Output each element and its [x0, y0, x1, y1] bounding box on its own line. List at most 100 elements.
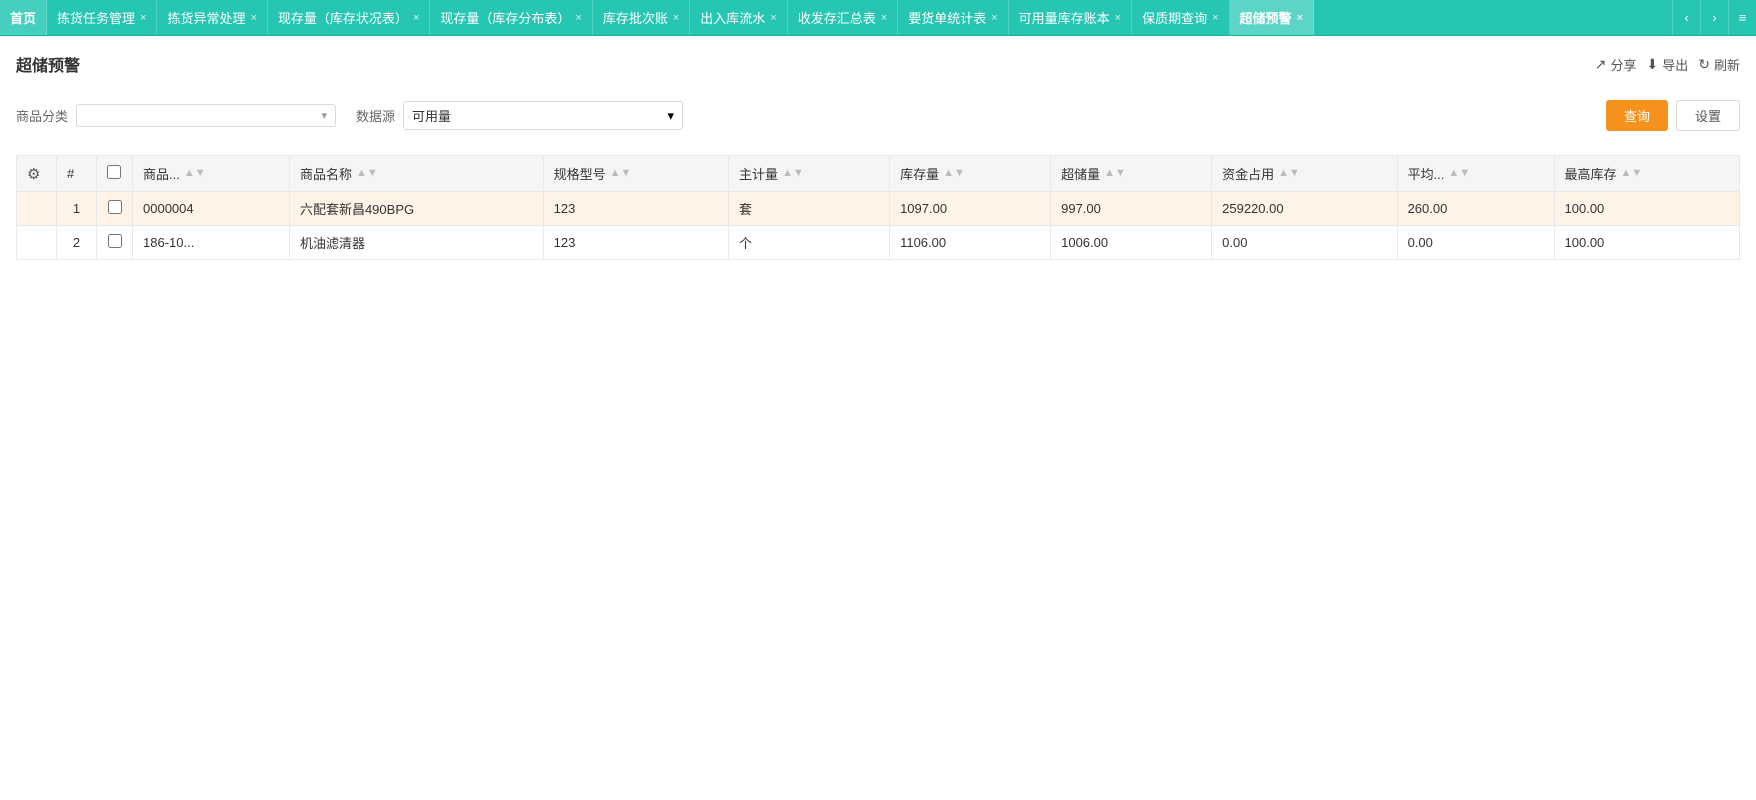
refresh-icon: ↻	[1698, 56, 1710, 73]
datasource-select[interactable]: 可用量 ▾	[403, 101, 683, 130]
datasource-filter-group: 数据源 可用量 ▾	[356, 101, 683, 130]
gear-icon[interactable]: ⚙	[27, 166, 40, 183]
row-capital: 259220.00	[1212, 192, 1397, 226]
table-row: 2 186-10... 机油滤清器 123 个 1106.00 1006.00 …	[17, 226, 1740, 260]
nav-item-xiancunliang1[interactable]: 现存量（库存状况表） ×	[268, 0, 430, 35]
row-product-name: 六配套新昌490BPG	[289, 192, 543, 226]
nav-prev-button[interactable]: ‹	[1672, 0, 1700, 35]
nav-item-churukuliushui[interactable]: 出入库流水 ×	[690, 0, 787, 35]
row-checkbox[interactable]	[108, 234, 122, 248]
nav-next-button[interactable]: ›	[1700, 0, 1728, 35]
nav-item-keyongliang[interactable]: 可用量库存账本 ×	[1009, 0, 1132, 35]
top-navigation: 首页 拣货任务管理 × 拣货异常处理 × 现存量（库存状况表） × 现存量（库存…	[0, 0, 1756, 36]
th-product-name[interactable]: 商品名称 ▲▼	[289, 156, 543, 192]
header-actions: ↗ 分享 ⬇ 导出 ↻ 刷新	[1595, 55, 1740, 74]
sort-icon: ▲▼	[1448, 168, 1470, 179]
th-overstock[interactable]: 超储量 ▲▼	[1051, 156, 1212, 192]
row-unit: 套	[729, 192, 890, 226]
row-number: 1	[57, 192, 97, 226]
th-row-number: #	[57, 156, 97, 192]
export-icon: ⬇	[1647, 56, 1659, 73]
row-setting-cell	[17, 226, 57, 260]
close-icon[interactable]: ×	[1115, 12, 1121, 24]
row-number: 2	[57, 226, 97, 260]
row-spec: 123	[543, 192, 728, 226]
nav-item-xiancunliang2[interactable]: 现存量（库存分布表） ×	[430, 0, 592, 35]
close-icon[interactable]: ×	[1297, 12, 1303, 24]
row-setting-cell	[17, 192, 57, 226]
th-stock[interactable]: 库存量 ▲▼	[890, 156, 1051, 192]
nav-item-shoufacun[interactable]: 收发存汇总表 ×	[788, 0, 898, 35]
page-header: 超储预警 ↗ 分享 ⬇ 导出 ↻ 刷新	[16, 52, 1740, 76]
sort-icon: ▲▼	[1621, 168, 1643, 179]
row-stock: 1097.00	[890, 192, 1051, 226]
close-icon[interactable]: ×	[881, 12, 887, 24]
close-icon[interactable]: ×	[250, 12, 256, 24]
nav-item-kucunpici[interactable]: 库存批次账 ×	[593, 0, 690, 35]
th-max-stock[interactable]: 最高库存 ▲▼	[1554, 156, 1739, 192]
sort-icon: ▲▼	[782, 168, 804, 179]
row-product-code: 186-10...	[133, 226, 290, 260]
nav-more-button[interactable]: ≡	[1728, 0, 1756, 35]
datasource-select-value: 可用量	[412, 106, 451, 125]
nav-item-chaochuyujing[interactable]: 超储预警 ×	[1230, 0, 1314, 35]
row-checkbox-cell[interactable]	[97, 192, 133, 226]
th-product-code[interactable]: 商品... ▲▼	[133, 156, 290, 192]
row-checkbox[interactable]	[108, 200, 122, 214]
sort-icon: ▲▼	[943, 168, 965, 179]
th-unit[interactable]: 主计量 ▲▼	[729, 156, 890, 192]
sort-icon: ▲▼	[1104, 168, 1126, 179]
sort-icon: ▲▼	[610, 168, 632, 179]
data-table: ⚙ # 商品... ▲▼ 商品名称 ▲▼	[16, 155, 1740, 260]
nav-item-jianhuoyichang[interactable]: 拣货异常处理 ×	[157, 0, 267, 35]
th-spec[interactable]: 规格型号 ▲▼	[543, 156, 728, 192]
close-icon[interactable]: ×	[673, 12, 679, 24]
sort-icon: ▲▼	[184, 168, 206, 179]
nav-item-jianhuorenwu[interactable]: 拣货任务管理 ×	[47, 0, 157, 35]
refresh-button[interactable]: ↻ 刷新	[1698, 55, 1740, 74]
filter-area: 商品分类 ▾ 数据源 可用量 ▾ 查询 设置	[16, 90, 1740, 141]
row-product-name: 机油滤清器	[289, 226, 543, 260]
nav-item-yaohuo[interactable]: 要货单统计表 ×	[898, 0, 1008, 35]
close-icon[interactable]: ×	[770, 12, 776, 24]
th-settings: ⚙	[17, 156, 57, 192]
th-avg[interactable]: 平均... ▲▼	[1397, 156, 1554, 192]
sort-icon: ▲▼	[1278, 168, 1300, 179]
row-max-stock: 100.00	[1554, 192, 1739, 226]
filter-actions: 查询 设置	[1606, 100, 1740, 131]
row-checkbox-cell[interactable]	[97, 226, 133, 260]
select-all-checkbox[interactable]	[107, 165, 121, 179]
chevron-down-icon: ▾	[321, 109, 327, 122]
row-stock: 1106.00	[890, 226, 1051, 260]
table-row: 1 0000004 六配套新昌490BPG 123 套 1097.00 997.…	[17, 192, 1740, 226]
export-button[interactable]: ⬇ 导出	[1647, 55, 1689, 74]
close-icon[interactable]: ×	[140, 12, 146, 24]
sort-icon: ▲▼	[356, 168, 378, 179]
category-filter-group: 商品分类 ▾	[16, 104, 336, 127]
row-max-stock: 100.00	[1554, 226, 1739, 260]
page-title: 超储预警	[16, 52, 80, 76]
th-capital[interactable]: 资金占用 ▲▼	[1212, 156, 1397, 192]
share-button[interactable]: ↗ 分享	[1595, 55, 1637, 74]
table-body: 1 0000004 六配套新昌490BPG 123 套 1097.00 997.…	[17, 192, 1740, 260]
category-label: 商品分类	[16, 106, 68, 125]
category-select[interactable]: ▾	[76, 104, 336, 127]
query-button[interactable]: 查询	[1606, 100, 1668, 131]
datasource-label: 数据源	[356, 106, 395, 125]
settings-button[interactable]: 设置	[1676, 100, 1740, 131]
close-icon[interactable]: ×	[991, 12, 997, 24]
nav-home[interactable]: 首页	[0, 0, 47, 35]
row-overstock: 997.00	[1051, 192, 1212, 226]
row-overstock: 1006.00	[1051, 226, 1212, 260]
row-spec: 123	[543, 226, 728, 260]
row-avg: 260.00	[1397, 192, 1554, 226]
row-capital: 0.00	[1212, 226, 1397, 260]
table-header-row: ⚙ # 商品... ▲▼ 商品名称 ▲▼	[17, 156, 1740, 192]
row-unit: 个	[729, 226, 890, 260]
close-icon[interactable]: ×	[1212, 12, 1218, 24]
row-product-code: 0000004	[133, 192, 290, 226]
close-icon[interactable]: ×	[413, 12, 419, 24]
nav-item-baozhi[interactable]: 保质期查询 ×	[1132, 0, 1229, 35]
nav-arrows: ‹ › ≡	[1672, 0, 1756, 35]
close-icon[interactable]: ×	[575, 12, 581, 24]
